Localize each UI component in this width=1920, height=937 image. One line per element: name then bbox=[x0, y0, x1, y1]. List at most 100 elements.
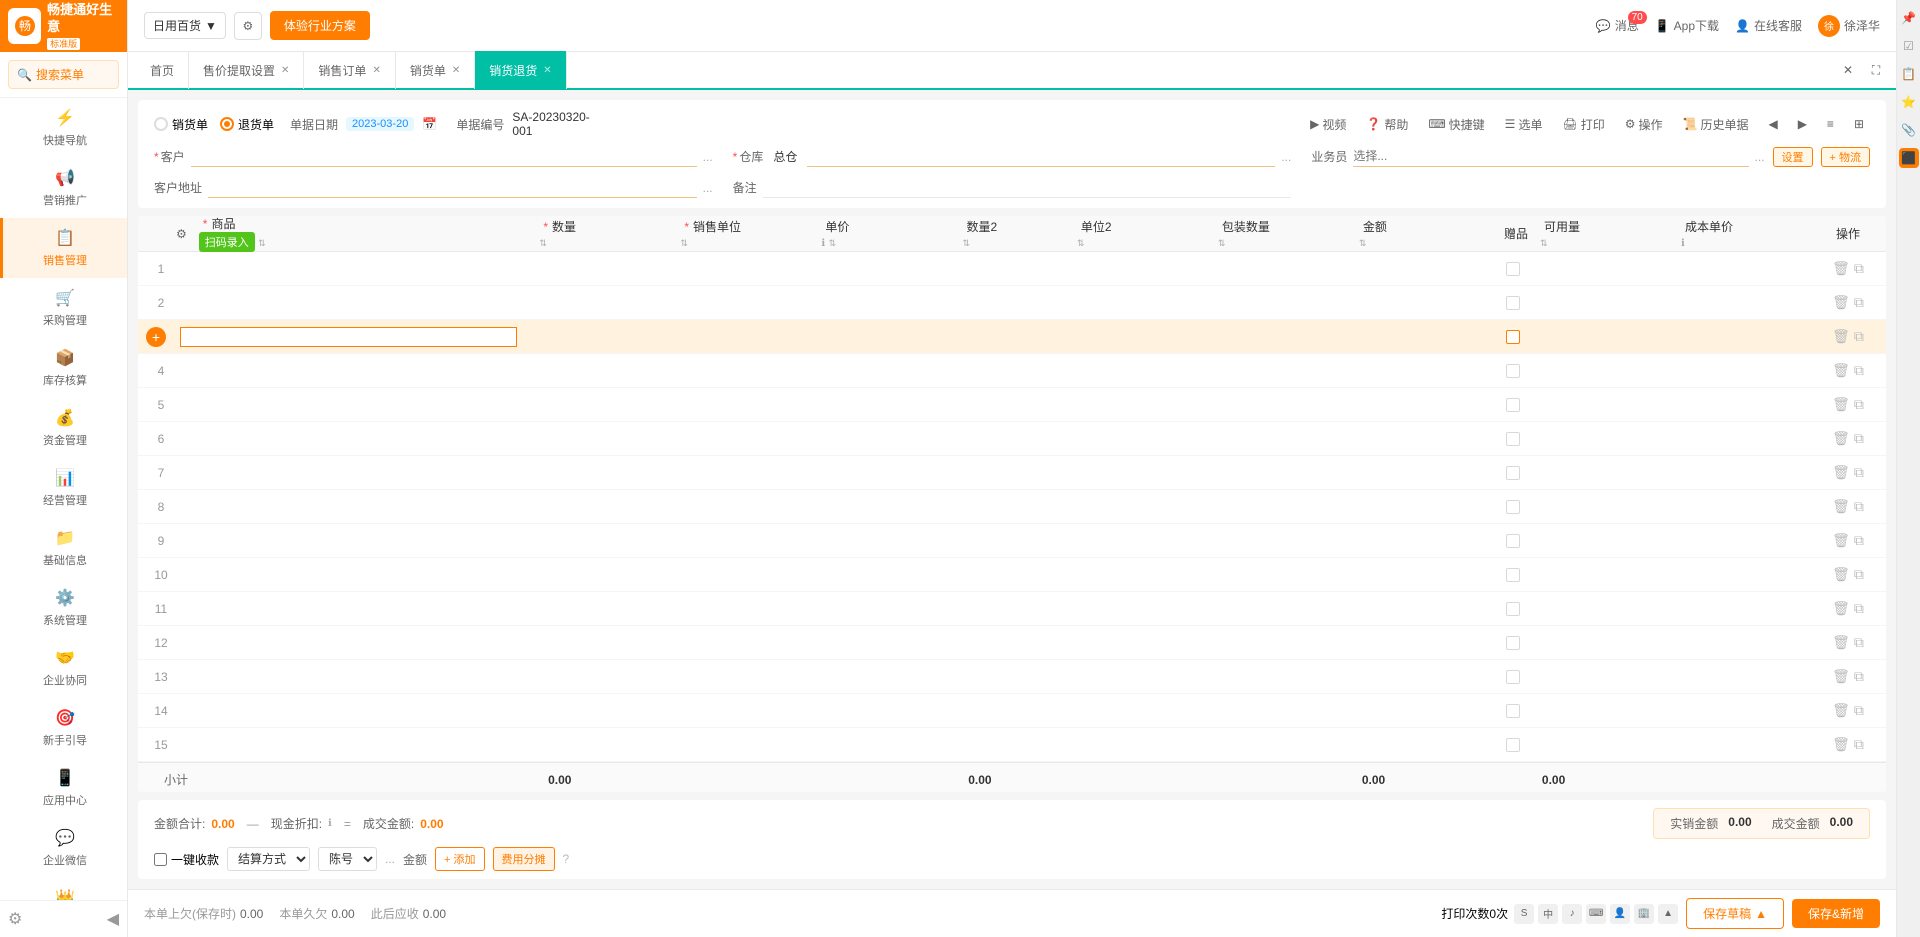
row-unit2-cell[interactable] bbox=[1065, 256, 1208, 281]
gift-checkbox[interactable] bbox=[1506, 704, 1520, 718]
row-price-cell[interactable] bbox=[806, 300, 949, 306]
copy-row-icon[interactable]: ⧉ bbox=[1854, 430, 1864, 447]
sidebar-item-wechat[interactable]: 💬 企业微信 bbox=[0, 818, 127, 878]
row-qty-cell[interactable] bbox=[521, 300, 664, 306]
delete-row-icon[interactable]: 🗑 bbox=[1832, 498, 1850, 515]
pkg-sort-icon[interactable]: ⇅ bbox=[1218, 238, 1226, 248]
row-product-cell[interactable] bbox=[176, 324, 521, 350]
right-sidebar-icon-5[interactable]: 📎 bbox=[1899, 120, 1919, 140]
tab-sale-setting-close[interactable]: ✕ bbox=[281, 65, 289, 76]
save-draft-button[interactable]: 保存草稿 ▲ bbox=[1686, 898, 1784, 929]
amount-sort-icon[interactable]: ⇅ bbox=[1359, 238, 1367, 248]
row-qty2-cell[interactable] bbox=[949, 300, 1065, 306]
product-input[interactable] bbox=[180, 327, 517, 347]
help-button[interactable]: ❓ 帮助 bbox=[1360, 114, 1414, 135]
history-button[interactable]: 📜 历史单据 bbox=[1676, 114, 1754, 135]
row-qty-cell[interactable] bbox=[521, 256, 664, 281]
unit2-sort-icon[interactable]: ⇅ bbox=[1077, 238, 1085, 248]
delete-row-icon[interactable]: 🗑 bbox=[1832, 464, 1850, 481]
select-order-button[interactable]: ☰ 选单 bbox=[1499, 114, 1549, 135]
prev-record-button[interactable]: ◀ bbox=[1762, 115, 1783, 133]
warehouse-input[interactable] bbox=[807, 146, 1275, 167]
customer-ellipsis[interactable]: ... bbox=[703, 150, 713, 164]
copy-row-icon[interactable]: ⧉ bbox=[1854, 702, 1864, 719]
save-new-button[interactable]: 保存&新增 bbox=[1792, 899, 1880, 928]
row-qty-cell[interactable] bbox=[521, 334, 664, 340]
collapse-icon[interactable]: ◀ bbox=[107, 909, 119, 929]
right-sidebar-icon-3[interactable]: 📋 bbox=[1899, 64, 1919, 84]
copy-row-icon[interactable]: ⧉ bbox=[1854, 260, 1864, 277]
fullscreen-button[interactable]: ⛶ bbox=[1864, 58, 1888, 82]
qty2-sort-icon[interactable]: ⇅ bbox=[962, 238, 970, 248]
close-tab-button[interactable]: ✕ bbox=[1836, 58, 1860, 82]
sidebar-item-purchase[interactable]: 🛒 采购管理 bbox=[0, 278, 127, 338]
print-icon-6[interactable]: 🏢 bbox=[1634, 904, 1654, 924]
qty2-input[interactable] bbox=[953, 259, 1061, 278]
row-pkg-cell[interactable] bbox=[1207, 256, 1350, 281]
product-sort-icon[interactable]: ⇅ bbox=[258, 238, 266, 248]
delete-row-icon[interactable]: 🗑 bbox=[1832, 736, 1850, 753]
address-input[interactable] bbox=[208, 177, 697, 198]
product-input[interactable] bbox=[180, 293, 517, 312]
sidebar-item-operations[interactable]: 📊 经营管理 bbox=[0, 458, 127, 518]
sidebar-item-sales[interactable]: 📋 销售管理 bbox=[0, 218, 127, 278]
row-pkg-cell[interactable] bbox=[1207, 300, 1350, 306]
copy-row-icon[interactable]: ⧉ bbox=[1854, 362, 1864, 379]
copy-row-icon[interactable]: ⧉ bbox=[1854, 396, 1864, 413]
one-click-payment-checkbox[interactable] bbox=[154, 853, 167, 866]
price-info-icon[interactable]: ℹ bbox=[821, 238, 825, 249]
app-download-button[interactable]: 📱 App下载 bbox=[1655, 17, 1719, 34]
settings-icon[interactable]: ⚙ bbox=[8, 909, 22, 929]
copy-row-icon[interactable]: ⧉ bbox=[1854, 600, 1864, 617]
scan-button[interactable]: 扫码录入 bbox=[199, 232, 255, 252]
row-product-cell[interactable] bbox=[176, 256, 521, 281]
delete-row-icon[interactable]: 🗑 bbox=[1832, 702, 1850, 719]
tab-sale-setting[interactable]: 售价提取设置 ✕ bbox=[189, 51, 304, 89]
customer-input[interactable] bbox=[191, 146, 697, 167]
print-icon-3[interactable]: ♪ bbox=[1562, 904, 1582, 924]
gift-checkbox[interactable] bbox=[1506, 398, 1520, 412]
delete-row-icon[interactable]: 🗑 bbox=[1832, 532, 1850, 549]
row-pkg-cell[interactable] bbox=[1207, 334, 1350, 340]
print-icon-5[interactable]: 👤 bbox=[1610, 904, 1630, 924]
tab-home[interactable]: 首页 bbox=[136, 51, 189, 89]
gift-checkbox[interactable] bbox=[1506, 364, 1520, 378]
delete-row-icon[interactable]: 🗑 bbox=[1832, 668, 1850, 685]
copy-row-icon[interactable]: ⧉ bbox=[1854, 294, 1864, 311]
unit-input[interactable] bbox=[667, 259, 802, 278]
staff-input[interactable] bbox=[1353, 146, 1748, 167]
discount-info-icon[interactable]: ℹ bbox=[328, 818, 332, 829]
tab-sale-order-close[interactable]: ✕ bbox=[372, 65, 380, 76]
unit2-input[interactable] bbox=[1069, 259, 1204, 278]
row-product-cell[interactable] bbox=[176, 290, 521, 315]
cost-info-icon[interactable]: ℹ bbox=[1681, 238, 1685, 249]
row-unit2-cell[interactable] bbox=[1065, 300, 1208, 306]
gift-checkbox[interactable] bbox=[1506, 500, 1520, 514]
sidebar-item-basic[interactable]: 📁 基础信息 bbox=[0, 518, 127, 578]
delete-row-icon[interactable]: 🗑 bbox=[1832, 600, 1850, 617]
row-qty2-cell[interactable] bbox=[949, 256, 1065, 281]
delete-row-icon[interactable]: 🗑 bbox=[1832, 328, 1850, 345]
gift-checkbox[interactable] bbox=[1506, 330, 1520, 344]
sidebar-item-system[interactable]: ⚙️ 系统管理 bbox=[0, 578, 127, 638]
unit-sort-icon[interactable]: ⇅ bbox=[680, 238, 688, 248]
grid-view-button[interactable]: ⊞ bbox=[1848, 115, 1870, 133]
gift-checkbox[interactable] bbox=[1506, 534, 1520, 548]
add-fee-button[interactable]: + 添加 bbox=[435, 847, 484, 871]
available-sort-icon[interactable]: ⇅ bbox=[1540, 238, 1548, 248]
radio-sale[interactable]: 销货单 bbox=[154, 116, 208, 133]
row-amount-cell[interactable] bbox=[1350, 256, 1493, 281]
sidebar-item-inventory[interactable]: 📦 库存核算 bbox=[0, 338, 127, 398]
fee-help-icon[interactable]: ? bbox=[563, 852, 570, 866]
pkg-input[interactable] bbox=[1211, 259, 1346, 278]
gift-checkbox[interactable] bbox=[1506, 738, 1520, 752]
shortcut-button[interactable]: ⌨ 快捷键 bbox=[1422, 114, 1490, 135]
topbar-gear-button[interactable]: ⚙ bbox=[234, 12, 262, 40]
row-unit-cell[interactable] bbox=[663, 300, 806, 306]
right-sidebar-icon-1[interactable]: 📌 bbox=[1899, 8, 1919, 28]
sidebar-item-apps[interactable]: 📱 应用中心 bbox=[0, 758, 127, 818]
message-button[interactable]: 💬 消息 70 bbox=[1596, 17, 1639, 34]
amount-input[interactable] bbox=[1354, 259, 1489, 278]
industry-selector[interactable]: 日用百货 ▼ bbox=[144, 12, 226, 39]
gift-checkbox[interactable] bbox=[1506, 602, 1520, 616]
